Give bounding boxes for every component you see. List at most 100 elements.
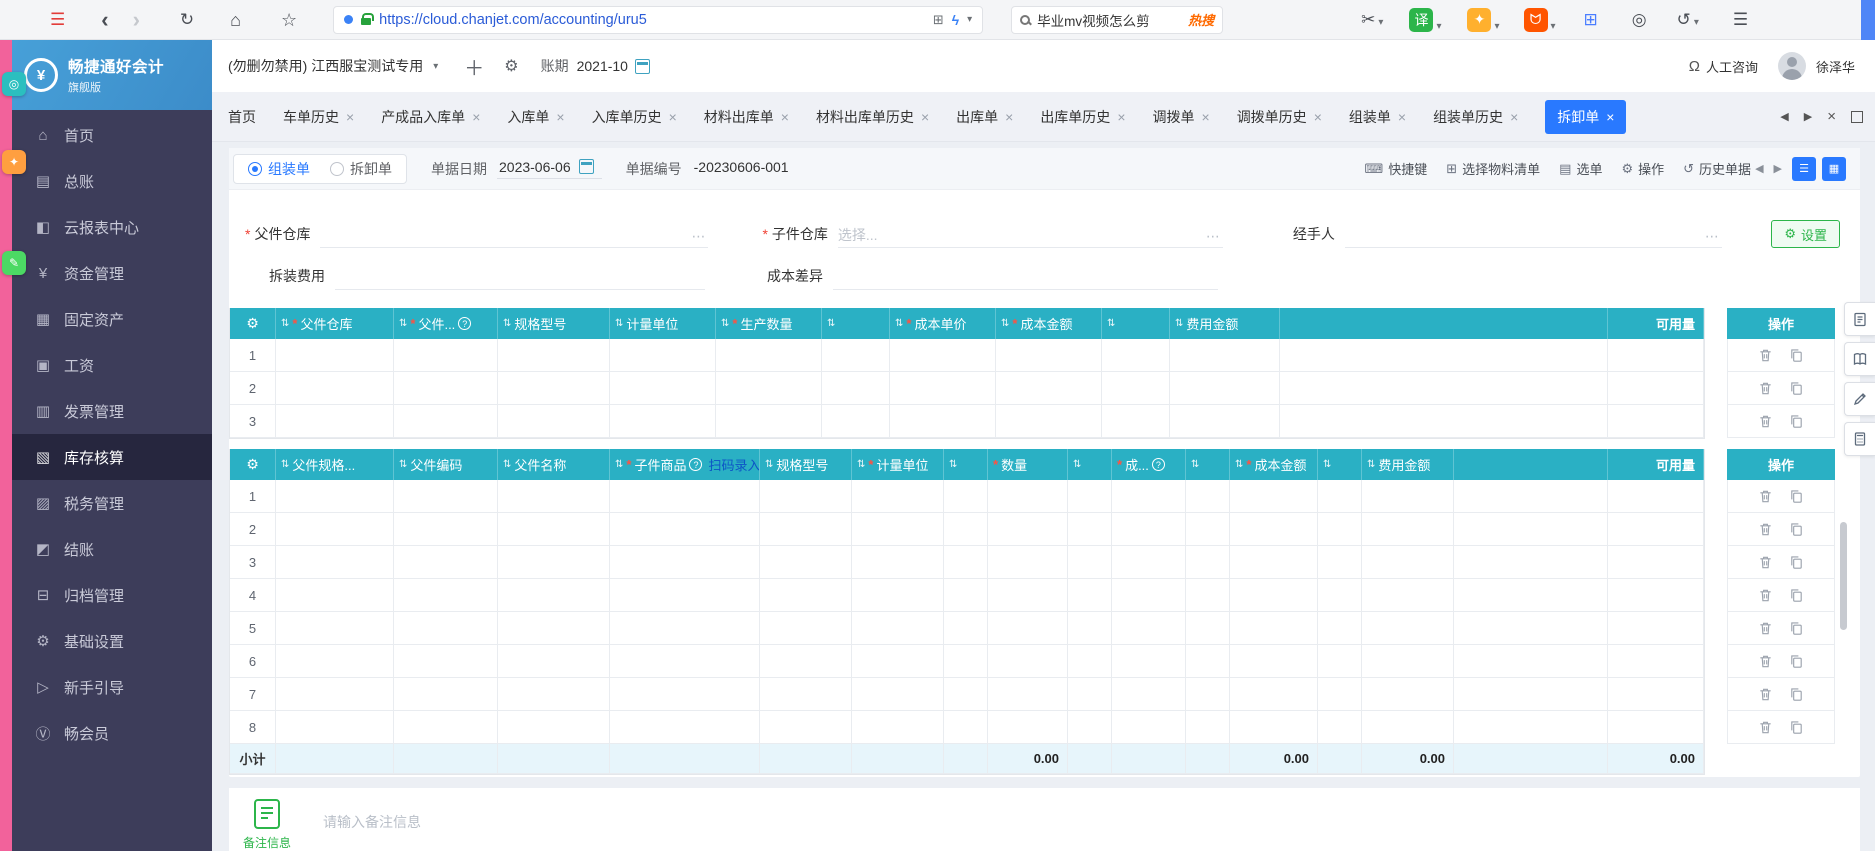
ledger-book-icon[interactable]	[1844, 342, 1875, 376]
search-query[interactable]: 毕业mv视频怎么剪	[1037, 10, 1181, 30]
sort-icon[interactable]: ⇅	[1001, 318, 1009, 329]
grid-cell[interactable]	[944, 579, 988, 611]
grid-cell[interactable]	[1280, 372, 1608, 404]
sidebar-item-1[interactable]: ▤ 总账	[12, 158, 212, 204]
sort-icon[interactable]: ⇅	[281, 318, 289, 329]
list-view-button[interactable]: ☰	[1792, 156, 1816, 181]
child_table-col-0[interactable]: ⚙	[230, 449, 276, 480]
parent-warehouse-input[interactable]: ⋯	[320, 222, 709, 248]
lookup-icon[interactable]: ⋯	[691, 228, 706, 245]
grid-cell[interactable]	[1186, 579, 1230, 611]
grid-cell[interactable]	[1454, 513, 1608, 545]
grid-cell[interactable]	[1454, 711, 1608, 743]
grid-cell[interactable]	[1608, 711, 1704, 743]
row-number-cell[interactable]: 3	[230, 546, 276, 578]
grid-cell[interactable]	[1186, 513, 1230, 545]
child_table-col-11[interactable]: ⇅	[1186, 449, 1230, 480]
grid-cell[interactable]	[610, 612, 760, 644]
grid-cell[interactable]	[1362, 711, 1454, 743]
parent_table-col-8[interactable]: ⇅ * 成本金额	[996, 308, 1102, 339]
grid-cell[interactable]	[988, 513, 1068, 545]
info-icon[interactable]: ?	[689, 458, 703, 471]
delete-row-icon[interactable]	[1758, 588, 1773, 603]
delete-row-icon[interactable]	[1758, 720, 1773, 735]
close-icon[interactable]: ×	[1606, 109, 1614, 125]
grid-cell[interactable]	[610, 339, 716, 371]
child_table-col-6[interactable]: ⇅ * 计量单位	[852, 449, 944, 480]
sort-icon[interactable]: ⇅	[1175, 318, 1183, 329]
close-icon[interactable]: ×	[1398, 109, 1406, 125]
delete-row-icon[interactable]	[1758, 489, 1773, 504]
remark-input[interactable]: 请输入备注信息	[323, 812, 421, 851]
grid-cell[interactable]	[996, 372, 1102, 404]
sort-icon[interactable]: ⇅	[1107, 318, 1115, 329]
grid-cell[interactable]	[760, 513, 852, 545]
row-number-cell[interactable]: 7	[230, 678, 276, 710]
parent_table-col-7[interactable]: ⇅ * 成本单价	[890, 308, 996, 339]
grid-cell[interactable]	[1230, 711, 1318, 743]
grid-cell[interactable]	[996, 339, 1102, 371]
grid-cell[interactable]	[498, 579, 610, 611]
vertical-scrollbar[interactable]	[1840, 522, 1847, 630]
grid-cell[interactable]	[276, 612, 394, 644]
grid-cell[interactable]	[822, 372, 890, 404]
dock-app-orange-icon[interactable]: ✦	[2, 150, 26, 174]
grid-cell[interactable]	[276, 645, 394, 677]
sort-icon[interactable]: ⇅	[721, 318, 729, 329]
delete-row-icon[interactable]	[1758, 621, 1773, 636]
grid-cell[interactable]	[760, 546, 852, 578]
grid-cell[interactable]	[1068, 579, 1112, 611]
disassembly-fee-input[interactable]	[335, 264, 705, 290]
grid-cell[interactable]	[1186, 480, 1230, 512]
grid-cell[interactable]	[1186, 711, 1230, 743]
delete-row-icon[interactable]	[1758, 348, 1773, 363]
grid-cell[interactable]	[988, 579, 1068, 611]
grid-cell[interactable]	[1230, 579, 1318, 611]
grid-cell[interactable]	[1608, 546, 1704, 578]
grid-cell[interactable]	[394, 372, 498, 404]
translate-tool[interactable]: 译 ▾	[1409, 7, 1441, 32]
grid-cell[interactable]	[716, 339, 822, 371]
parent_table-col-12[interactable]: 可用量	[1608, 308, 1704, 339]
child_table-col-15[interactable]	[1454, 449, 1608, 480]
grid-cell[interactable]	[1454, 678, 1608, 710]
sort-icon[interactable]: ⇅	[857, 459, 865, 470]
grid-cell[interactable]	[498, 645, 610, 677]
edit-pencil-icon[interactable]	[1844, 382, 1875, 416]
row-number-cell[interactable]: 5	[230, 612, 276, 644]
grid-cell[interactable]	[852, 480, 944, 512]
grid-cell[interactable]	[1102, 405, 1170, 437]
account-selector[interactable]: (勿删勿禁用) 江西服宝测试专用 ▾	[228, 56, 438, 76]
delete-row-icon[interactable]	[1758, 414, 1773, 429]
grid-cell[interactable]	[498, 480, 610, 512]
row-number-cell[interactable]: 1	[230, 480, 276, 512]
close-icon[interactable]: ×	[1117, 109, 1125, 125]
sort-icon[interactable]: ⇅	[399, 318, 407, 329]
grid-cell[interactable]	[394, 579, 498, 611]
consult-button[interactable]: Ω 人工咨询	[1689, 57, 1758, 76]
delete-row-icon[interactable]	[1758, 654, 1773, 669]
child_table-col-5[interactable]: ⇅ 规格型号	[760, 449, 852, 480]
grid-cell[interactable]	[760, 480, 852, 512]
child_table-col-13[interactable]: ⇅	[1318, 449, 1362, 480]
chevron-down-icon[interactable]: ▾	[1378, 17, 1383, 28]
flash-icon[interactable]: ϟ	[952, 12, 959, 28]
grid-cell[interactable]	[1068, 645, 1112, 677]
grid-cell[interactable]	[498, 546, 610, 578]
row-number-cell[interactable]: 4	[230, 579, 276, 611]
info-icon[interactable]: ?	[458, 317, 472, 330]
grid-cell[interactable]	[1608, 678, 1704, 710]
sort-icon[interactable]: ⇅	[949, 459, 957, 470]
child_table-col-2[interactable]: ⇅ 父件编码	[394, 449, 498, 480]
lookup-icon[interactable]: ⋯	[1705, 228, 1720, 245]
grid-cell[interactable]	[760, 645, 852, 677]
close-icon[interactable]: ×	[472, 109, 480, 125]
grid-cell[interactable]	[276, 405, 394, 437]
tab-8[interactable]: 出库单历史 ×	[1040, 107, 1125, 127]
copy-row-icon[interactable]	[1789, 588, 1804, 603]
sort-icon[interactable]: ⇅	[1191, 459, 1199, 470]
hot-search-link[interactable]: 热搜	[1188, 10, 1214, 29]
browser-search-box[interactable]: 毕业mv视频怎么剪 热搜	[1011, 5, 1224, 34]
cost-diff-input[interactable]	[833, 264, 1218, 290]
grid-cell[interactable]	[1186, 612, 1230, 644]
